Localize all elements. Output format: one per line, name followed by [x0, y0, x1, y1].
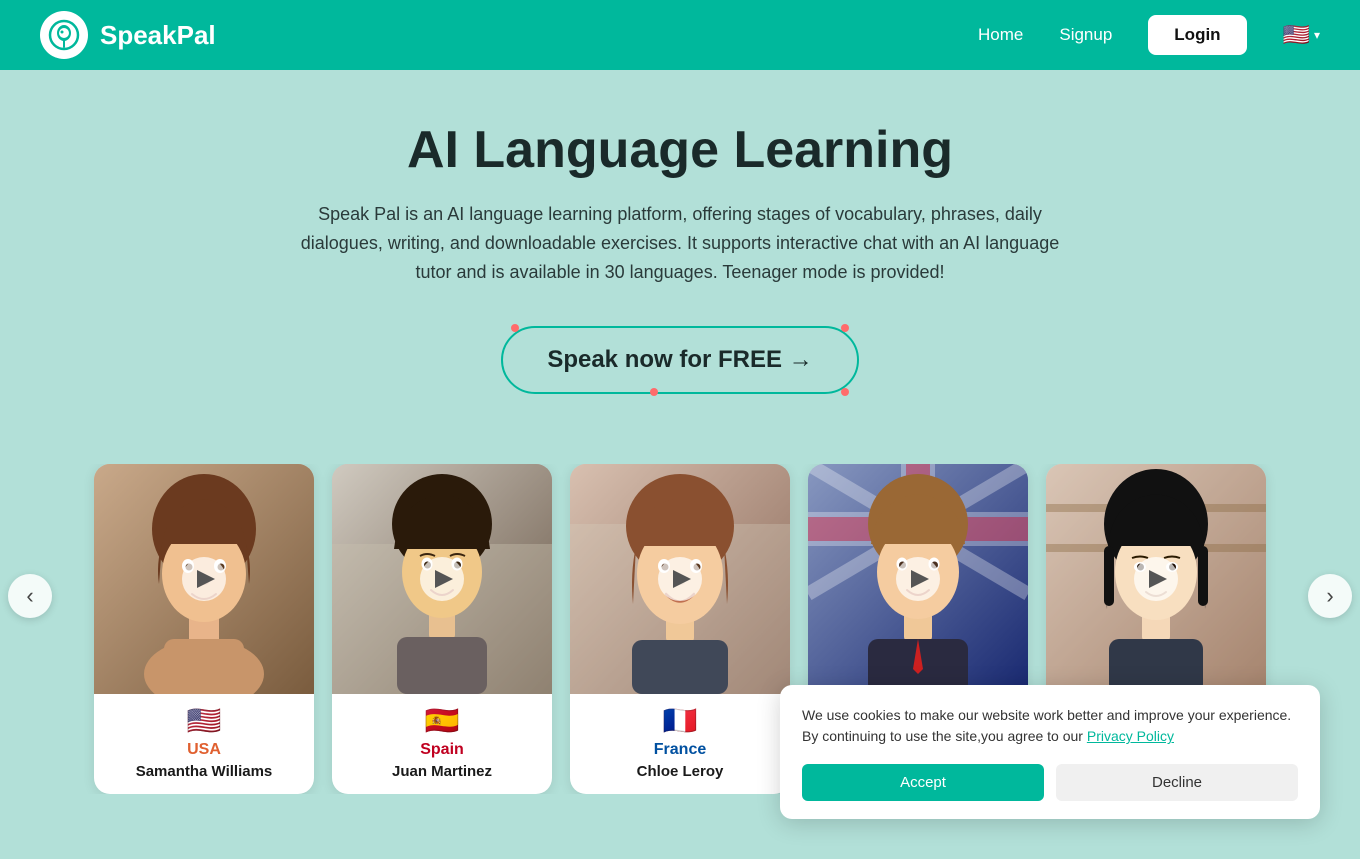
tutor-card[interactable]: 🇪🇸 Spain Juan Martinez: [332, 464, 552, 794]
logo-icon: [40, 11, 88, 59]
cookie-accept-button[interactable]: Accept: [802, 764, 1044, 801]
tutor-card[interactable]: 🇫🇷 France Chloe Leroy: [570, 464, 790, 794]
tutor-image-wrapper: [94, 464, 314, 694]
tutor-name: Samantha Williams: [106, 763, 302, 780]
tutor-info: 🇺🇸 USA Samantha Williams: [94, 694, 314, 794]
cookie-decline-button[interactable]: Decline: [1056, 764, 1298, 801]
cookie-banner: We use cookies to make our website work …: [780, 685, 1320, 819]
cookie-buttons: Accept Decline: [802, 764, 1298, 801]
hero-title: AI Language Learning: [40, 120, 1320, 180]
cookie-text: We use cookies to make our website work …: [802, 705, 1298, 748]
privacy-policy-link[interactable]: Privacy Policy: [1087, 728, 1174, 744]
play-button[interactable]: [896, 557, 940, 601]
hero-section: AI Language Learning Speak Pal is an AI …: [0, 70, 1360, 464]
tutor-flag: 🇺🇸: [106, 704, 302, 737]
tutor-flag: 🇪🇸: [344, 704, 540, 737]
tutor-name: Juan Martinez: [344, 763, 540, 780]
nav-signup[interactable]: Signup: [1059, 25, 1112, 45]
chevron-down-icon: ▾: [1314, 28, 1320, 42]
tutor-image-wrapper: [1046, 464, 1266, 694]
tutor-country: France: [582, 741, 778, 759]
tutor-info: 🇫🇷 France Chloe Leroy: [570, 694, 790, 794]
cta-button[interactable]: Speak now for FREE →: [501, 326, 858, 394]
tutor-info: 🇪🇸 Spain Juan Martinez: [332, 694, 552, 794]
navbar: SpeakPal Home Signup Login 🇺🇸 ▾: [0, 0, 1360, 70]
tutor-country: USA: [106, 741, 302, 759]
brand-name: SpeakPal: [100, 20, 216, 51]
play-button[interactable]: [420, 557, 464, 601]
play-button[interactable]: [658, 557, 702, 601]
carousel-prev-button[interactable]: ‹: [8, 574, 52, 618]
cta-dot-br: [841, 388, 849, 396]
carousel-next-button[interactable]: ›: [1308, 574, 1352, 618]
tutor-image-wrapper: [332, 464, 552, 694]
tutor-image-wrapper: [808, 464, 1028, 694]
tutor-country: Spain: [344, 741, 540, 759]
hero-description: Speak Pal is an AI language learning pla…: [300, 200, 1060, 286]
tutor-image-wrapper: [570, 464, 790, 694]
brand: SpeakPal: [40, 11, 978, 59]
nav-links: Home Signup Login 🇺🇸 ▾: [978, 15, 1320, 55]
tutor-flag: 🇫🇷: [582, 704, 778, 737]
tutor-card[interactable]: 🇺🇸 USA Samantha Williams: [94, 464, 314, 794]
cta-dot-bl: [650, 388, 658, 396]
cta-wrapper: Speak now for FREE →: [501, 326, 858, 394]
play-button[interactable]: [182, 557, 226, 601]
tutor-name: Chloe Leroy: [582, 763, 778, 780]
nav-home[interactable]: Home: [978, 25, 1023, 45]
flag-icon: 🇺🇸: [1283, 22, 1310, 48]
login-button[interactable]: Login: [1148, 15, 1246, 55]
play-button[interactable]: [1134, 557, 1178, 601]
language-selector[interactable]: 🇺🇸 ▾: [1283, 22, 1320, 48]
cta-dot-tr: [841, 324, 849, 332]
